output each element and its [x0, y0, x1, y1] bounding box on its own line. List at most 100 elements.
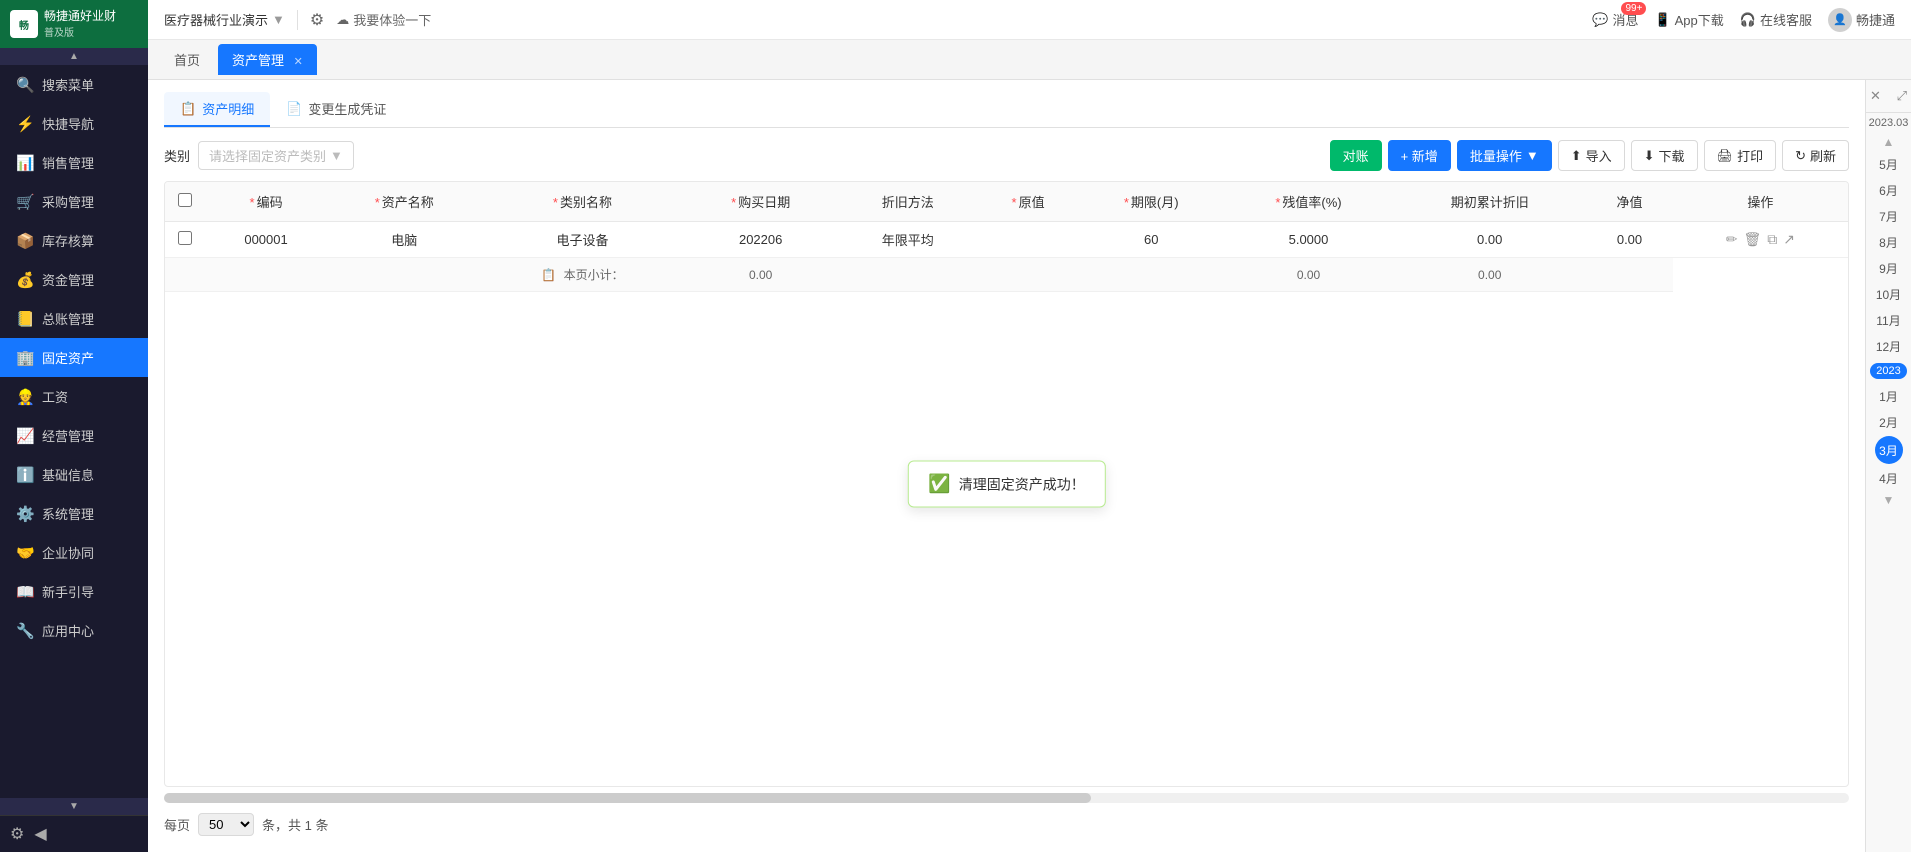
import-button[interactable]: ⬆ 导入	[1558, 140, 1625, 171]
cell-category: 电子设备	[481, 222, 683, 258]
subtotal-empty7	[1586, 258, 1672, 292]
edit-icon[interactable]: ✏	[1726, 231, 1738, 248]
tab-home-label: 首页	[174, 53, 200, 68]
ledger-icon: 📒	[16, 310, 34, 328]
tab-close-icon[interactable]: ✕	[294, 56, 303, 68]
cell-net-value: 0.00	[1586, 222, 1672, 258]
batch-ops-button[interactable]: 批量操作 ▼	[1457, 140, 1552, 171]
horizontal-scrollbar[interactable]	[164, 793, 1849, 803]
batch-ops-label: 批量操作	[1470, 146, 1522, 165]
sidebar-item-management[interactable]: 📈 经营管理	[0, 416, 148, 455]
toolbar-left: 类别 请选择固定资产类别 ▼	[164, 141, 354, 170]
sidebar-scroll-up[interactable]: ▲	[0, 48, 148, 65]
month-1[interactable]: 1月	[1871, 384, 1907, 408]
refresh-button[interactable]: ↻ 刷新	[1782, 140, 1849, 171]
month-5[interactable]: 5月	[1871, 152, 1907, 176]
user-name: 畅捷通	[1856, 10, 1895, 29]
sidebar-item-label: 工资	[42, 387, 68, 406]
sidebar-item-collab[interactable]: 🤝 企业协同	[0, 533, 148, 572]
table-header-row: *编码 *资产名称 *类别名称 *购买日期 折旧方法 *原值 *期限(月) *残…	[165, 182, 1848, 222]
tab-home[interactable]: 首页	[160, 44, 214, 75]
close-panel-icon[interactable]: ✕	[1870, 88, 1881, 104]
cell-residual-rate: 5.0000	[1224, 222, 1393, 258]
settings-icon[interactable]: ⚙	[10, 824, 24, 844]
sidebar-header: 畅 畅捷通好业财 普及版	[0, 0, 148, 48]
settings-gear-icon[interactable]: ⚙	[310, 10, 324, 30]
online-service-button[interactable]: 🎧 在线客服	[1740, 10, 1812, 29]
col-period: *期限(月)	[1079, 182, 1224, 222]
sidebar-item-inventory[interactable]: 📦 库存核算	[0, 221, 148, 260]
month-11[interactable]: 11月	[1871, 308, 1907, 332]
month-4[interactable]: 4月	[1871, 466, 1907, 490]
select-all-cell[interactable]	[165, 182, 205, 222]
month-6[interactable]: 6月	[1871, 178, 1907, 202]
col-purchase-date: *购买日期	[684, 182, 838, 222]
category-filter[interactable]: 请选择固定资产类别 ▼	[198, 141, 354, 170]
filter-placeholder: 请选择固定资产类别	[209, 146, 326, 165]
tab-asset-management[interactable]: 资产管理 ✕	[218, 44, 317, 75]
month-8[interactable]: 8月	[1871, 230, 1907, 254]
batch-ops-dropdown-icon: ▼	[1526, 148, 1539, 163]
toast-message: 清理固定资产成功！	[959, 474, 1085, 494]
company-selector[interactable]: 医疗器械行业演示 ▼	[164, 10, 285, 29]
toast-success-icon: ✅	[928, 474, 950, 495]
user-profile[interactable]: 👤 畅捷通	[1828, 8, 1895, 32]
reconcile-button[interactable]: 对账	[1330, 140, 1382, 171]
sidebar-item-apps[interactable]: 🔧 应用中心	[0, 611, 148, 650]
sidebar-item-payroll[interactable]: 👷 工资	[0, 377, 148, 416]
sidebar-item-guide[interactable]: 📖 新手引导	[0, 572, 148, 611]
month-10[interactable]: 10月	[1871, 282, 1907, 306]
expand-panel-icon[interactable]: ⤢	[1897, 88, 1907, 104]
new-button[interactable]: + 新增	[1388, 140, 1451, 171]
scrollbar-thumb[interactable]	[164, 793, 1091, 803]
download-button[interactable]: ⬇ 下载	[1631, 140, 1698, 171]
experience-button[interactable]: ☁ 我要体验一下	[336, 10, 431, 29]
subtotal-label: 本页小计：	[564, 268, 624, 282]
tabbar: 首页 资产管理 ✕	[148, 40, 1911, 80]
more-icon[interactable]: ↗	[1783, 231, 1795, 248]
app-download-label: App下载	[1675, 10, 1724, 29]
guide-icon: 📖	[16, 583, 34, 601]
online-service-label: 在线客服	[1760, 10, 1812, 29]
month-9[interactable]: 9月	[1871, 256, 1907, 280]
download-icon: ⬇	[1644, 148, 1655, 164]
month-scroll-up-icon[interactable]: ▲	[1881, 133, 1897, 151]
delete-icon[interactable]: 🗑	[1743, 231, 1761, 248]
copy-icon[interactable]: ⧉	[1767, 231, 1777, 248]
col-initial-accumulated: 期初累计折旧	[1393, 182, 1586, 222]
sidebar-item-finance[interactable]: 💰 资金管理	[0, 260, 148, 299]
sidebar-scroll-down[interactable]: ▼	[0, 798, 148, 815]
sidebar-item-search[interactable]: 🔍 搜索菜单	[0, 65, 148, 104]
cell-initial-accumulated: 0.00	[1393, 222, 1586, 258]
sidebar-item-purchase[interactable]: 🛒 采购管理	[0, 182, 148, 221]
sidebar-item-label: 系统管理	[42, 504, 94, 523]
select-all-checkbox[interactable]	[178, 193, 192, 207]
subtotal-original: 0.00	[684, 258, 838, 292]
subtab-voucher-icon: 📄	[286, 101, 302, 117]
row-checkbox-cell[interactable]	[165, 222, 205, 258]
sidebar-item-label: 基础信息	[42, 465, 94, 484]
print-button[interactable]: 🖨 打印	[1704, 140, 1777, 171]
year-2023-label[interactable]: 2023	[1870, 363, 1906, 379]
sidebar-item-ledger[interactable]: 📒 总账管理	[0, 299, 148, 338]
inventory-icon: 📦	[16, 232, 34, 250]
messages-button[interactable]: 💬 消息 99+	[1592, 10, 1638, 29]
month-7[interactable]: 7月	[1871, 204, 1907, 228]
sidebar-item-system[interactable]: ⚙️ 系统管理	[0, 494, 148, 533]
sidebar-item-fixed-assets[interactable]: 🏢 固定资产	[0, 338, 148, 377]
subtotal-initial: 0.00	[1224, 258, 1393, 292]
month-2[interactable]: 2月	[1871, 410, 1907, 434]
sidebar-item-quicknav[interactable]: ⚡ 快捷导航	[0, 104, 148, 143]
sidebar-item-sales[interactable]: 📊 销售管理	[0, 143, 148, 182]
collapse-icon[interactable]: ◀	[34, 824, 46, 844]
month-12[interactable]: 12月	[1871, 334, 1907, 358]
month-3-active[interactable]: 3月	[1875, 436, 1903, 464]
app-download-button[interactable]: 📱 App下载	[1654, 10, 1723, 29]
row-checkbox[interactable]	[178, 231, 192, 245]
month-scroll-down-icon[interactable]: ▼	[1881, 491, 1897, 509]
subtab-asset-detail[interactable]: 📋 资产明细	[164, 92, 270, 127]
per-page-select[interactable]: 50 10 20 100	[198, 813, 254, 836]
sidebar-item-basics[interactable]: ℹ️ 基础信息	[0, 455, 148, 494]
subtab-change-voucher[interactable]: 📄 变更生成凭证	[270, 92, 402, 127]
subtotal-net: 0.00	[1393, 258, 1586, 292]
